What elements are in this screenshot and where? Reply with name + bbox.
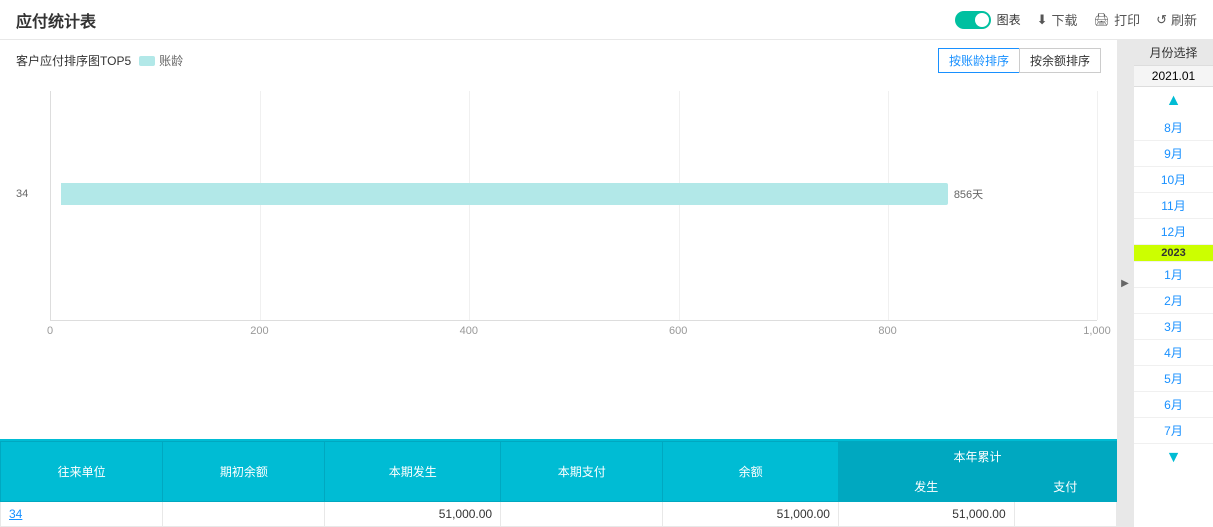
month-item-1[interactable]: 1月 — [1134, 262, 1213, 288]
chart-label: 图表 — [997, 11, 1021, 28]
right-sidebar: 月份选择 ▲ 8月 9月 10月 11月 12月 2023 1月 2月 3月 4… — [1133, 40, 1213, 527]
nav-down-arrow[interactable]: ▼ — [1162, 446, 1186, 470]
chart-legend: 客户应付排序图TOP5 账龄 — [16, 52, 183, 69]
col-balance-header: 余额 — [663, 442, 839, 502]
month-item-10[interactable]: 10月 — [1134, 167, 1213, 193]
sort-buttons: 按账龄排序 按余额排序 — [938, 48, 1101, 73]
legend-item: 账龄 — [139, 52, 183, 69]
cell-ytd-pay — [1014, 502, 1116, 527]
bar-fill-34 — [61, 183, 948, 205]
table-row: 34 51,000.00 51,000.00 51,000.00 — [1, 502, 1117, 527]
unit-link[interactable]: 34 — [9, 507, 22, 521]
sort-by-age-button[interactable]: 按账龄排序 — [938, 48, 1019, 73]
nav-up-arrow[interactable]: ▲ — [1162, 89, 1186, 113]
col-ytd-group-header: 本年累计 — [838, 442, 1116, 472]
legend-title: 客户应付排序图TOP5 — [16, 52, 131, 69]
month-item-4[interactable]: 4月 — [1134, 340, 1213, 366]
month-item-3[interactable]: 3月 — [1134, 314, 1213, 340]
col-current-occ-header: 本期发生 — [325, 442, 501, 502]
col-opening-header: 期初余额 — [163, 442, 325, 502]
download-action[interactable]: ⬇ 下载 — [1037, 10, 1078, 29]
bar-end-label-34: 856天 — [954, 186, 983, 202]
print-icon: 🖨 — [1094, 12, 1111, 28]
col-current-pay-header: 本期支付 — [501, 442, 663, 502]
x-label-800: 800 — [878, 325, 896, 337]
x-label-0: 0 — [47, 325, 53, 337]
month-item-7[interactable]: 7月 — [1134, 418, 1213, 444]
col-ytd-pay-header: 支付 — [1014, 472, 1116, 502]
toggle-switch[interactable] — [955, 11, 991, 29]
x-label-200: 200 — [250, 325, 268, 337]
download-label: 下载 — [1052, 10, 1078, 29]
cell-ytd-occ: 51,000.00 — [838, 502, 1014, 527]
cell-opening-balance — [163, 502, 325, 527]
bar-row-34: 34 856天 — [51, 183, 1097, 205]
sort-by-balance-button[interactable]: 按余额排序 — [1019, 48, 1101, 73]
refresh-action[interactable]: ↺ 刷新 — [1156, 10, 1197, 29]
year-input[interactable] — [1134, 66, 1213, 87]
year-marker-2023[interactable]: 2023 — [1134, 245, 1213, 262]
sidebar-nav: ▲ 8月 9月 10月 11月 12月 2023 1月 2月 3月 4月 5月 … — [1134, 87, 1213, 527]
month-item-2[interactable]: 2月 — [1134, 288, 1213, 314]
download-icon: ⬇ — [1037, 12, 1048, 28]
grid-line-400 — [469, 91, 470, 320]
bar-label-34: 34 — [16, 188, 28, 200]
chart-header: 客户应付排序图TOP5 账龄 按账龄排序 按余额排序 — [0, 40, 1117, 81]
grid-line-800 — [888, 91, 889, 320]
sidebar-header: 月份选择 — [1134, 40, 1213, 66]
x-label-600: 600 — [669, 325, 687, 337]
month-item-8[interactable]: 8月 — [1134, 115, 1213, 141]
grid-line-600 — [679, 91, 680, 320]
x-label-1000: 1,000 — [1083, 325, 1111, 337]
bar-chart: 34 856天 0 200 400 600 800 1,000 — [0, 81, 1117, 439]
month-item-9[interactable]: 9月 — [1134, 141, 1213, 167]
cell-current-occ: 51,000.00 — [325, 502, 501, 527]
expand-icon[interactable]: ▶ — [1117, 40, 1133, 527]
legend-color-box — [139, 56, 155, 66]
x-label-400: 400 — [460, 325, 478, 337]
cell-current-pay — [501, 502, 663, 527]
month-item-12[interactable]: 12月 — [1134, 219, 1213, 245]
print-action[interactable]: 🖨 打印 — [1094, 10, 1141, 29]
grid-line-1000 — [1097, 91, 1098, 320]
month-item-6[interactable]: 6月 — [1134, 392, 1213, 418]
legend-color-label: 账龄 — [159, 52, 183, 69]
grid-line-200 — [260, 91, 261, 320]
refresh-icon: ↺ — [1156, 12, 1167, 28]
refresh-label: 刷新 — [1171, 10, 1197, 29]
col-unit-header: 往来单位 — [1, 442, 163, 502]
data-table: 往来单位 期初余额 本期发生 本期支付 余额 本年累计 发生 支付 — [0, 441, 1117, 527]
data-table-container: 往来单位 期初余额 本期发生 本期支付 余额 本年累计 发生 支付 — [0, 439, 1117, 527]
month-item-11[interactable]: 11月 — [1134, 193, 1213, 219]
chart-toggle[interactable]: 图表 — [955, 11, 1021, 29]
header-actions: 图表 ⬇ 下载 🖨 打印 ↺ 刷新 — [955, 10, 1197, 29]
bars-area: 34 856天 — [50, 91, 1097, 321]
cell-balance: 51,000.00 — [663, 502, 839, 527]
print-label: 打印 — [1114, 10, 1140, 29]
col-ytd-occ-header: 发生 — [838, 472, 1014, 502]
cell-unit: 34 — [1, 502, 163, 527]
month-item-5[interactable]: 5月 — [1134, 366, 1213, 392]
x-axis: 0 200 400 600 800 1,000 — [50, 321, 1097, 351]
page-title: 应付统计表 — [16, 8, 96, 32]
